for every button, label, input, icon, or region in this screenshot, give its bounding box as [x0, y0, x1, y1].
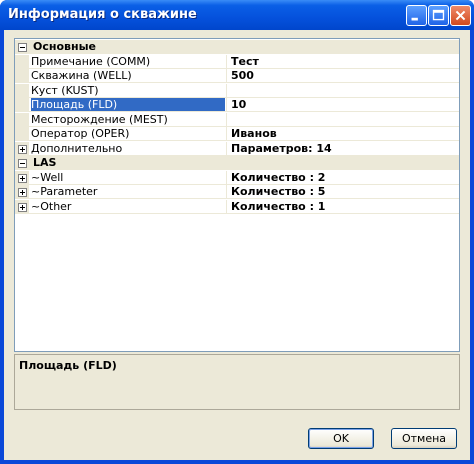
property-name: ~Parameter [31, 185, 98, 198]
dialog-client-area: Основные Примечание (COMM) Тест Скважина (W… [4, 30, 470, 460]
description-title: Площадь (FLD) [19, 359, 117, 372]
grid-property-row[interactable]: ~Well Количество : 2 [15, 170, 459, 185]
row-gutter [15, 199, 29, 214]
grid-property-row[interactable]: Оператор (OPER) Иванов [15, 127, 459, 141]
column-divider[interactable] [226, 83, 227, 98]
column-divider[interactable] [226, 127, 227, 141]
property-name: ~Well [31, 170, 64, 184]
expand-icon[interactable] [18, 202, 27, 212]
row-divider [29, 212, 459, 214]
property-value[interactable] [228, 113, 458, 127]
property-value[interactable]: 10 [228, 98, 458, 112]
grid-property-row[interactable]: Дополнительно Параметров: 14 [15, 141, 459, 156]
category-label: LAS [33, 156, 57, 169]
grid-category-row[interactable]: LAS [15, 156, 459, 170]
window-title: Информация о скважине [8, 7, 197, 22]
column-divider[interactable] [226, 199, 227, 214]
column-divider[interactable] [226, 170, 227, 185]
dialog-window: Информация о скважине Основные Примечание… [0, 0, 474, 464]
minimize-button[interactable] [406, 5, 427, 26]
grid-property-row[interactable]: Площадь (FLD) 10 [15, 98, 459, 112]
column-divider[interactable] [226, 112, 227, 127]
property-value[interactable]: 500 [228, 69, 458, 83]
row-gutter [15, 185, 29, 199]
row-gutter [15, 141, 29, 156]
property-name: Площадь (FLD) [31, 98, 225, 112]
property-name: Скважина (WELL) [31, 69, 132, 82]
grid-property-row[interactable]: Примечание (COMM) Тест [15, 54, 459, 69]
row-gutter [15, 112, 29, 127]
column-divider[interactable] [226, 141, 227, 156]
expand-icon[interactable] [18, 173, 27, 183]
property-value[interactable]: Иванов [228, 127, 458, 141]
property-value[interactable]: Количество : 1 [228, 200, 458, 214]
title-bar[interactable]: Информация о скважине [0, 0, 474, 30]
column-divider[interactable] [226, 54, 227, 69]
grid-category-row[interactable]: Основные [15, 40, 459, 54]
property-value[interactable]: Параметров: 14 [228, 142, 458, 156]
collapse-icon[interactable] [18, 43, 27, 52]
expand-icon[interactable] [18, 188, 27, 197]
maximize-button[interactable] [428, 5, 449, 26]
grid-property-row[interactable]: ~Parameter Количество : 5 [15, 185, 459, 199]
property-name: Дополнительно [31, 141, 123, 155]
property-name: Месторождение (MEST) [31, 112, 168, 126]
grid-property-row[interactable]: ~Other Количество : 1 [15, 199, 459, 214]
property-name: Оператор (OPER) [31, 127, 130, 140]
expand-icon[interactable] [18, 144, 27, 154]
property-value[interactable]: Тест [228, 55, 458, 69]
row-gutter [15, 98, 29, 112]
column-divider[interactable] [226, 69, 227, 83]
cancel-button[interactable]: Отмена [391, 428, 457, 449]
property-name: Примечание (COMM) [31, 54, 151, 68]
row-gutter [15, 83, 29, 98]
close-icon [455, 10, 466, 21]
collapse-icon[interactable] [18, 159, 27, 168]
grid-property-row[interactable]: Куст (KUST) [15, 83, 459, 98]
property-value[interactable]: Количество : 2 [228, 171, 458, 185]
property-name: ~Other [31, 199, 72, 213]
grid-property-row[interactable]: Скважина (WELL) 500 [15, 69, 459, 83]
description-panel: Площадь (FLD) [14, 354, 460, 410]
column-divider[interactable] [226, 98, 227, 112]
grid-property-row[interactable]: Месторождение (MEST) [15, 112, 459, 127]
minimize-icon [411, 17, 418, 21]
column-divider[interactable] [226, 185, 227, 199]
property-value[interactable] [228, 84, 458, 98]
maximize-icon [432, 9, 445, 21]
row-gutter [15, 170, 29, 185]
row-gutter [15, 127, 29, 141]
row-gutter [15, 54, 29, 69]
category-label: Основные [33, 40, 96, 53]
row-gutter [15, 69, 29, 83]
property-value[interactable]: Количество : 5 [228, 185, 458, 199]
property-name: Куст (KUST) [31, 83, 99, 97]
close-button[interactable] [450, 5, 471, 26]
ok-button[interactable]: OK [308, 428, 374, 449]
property-grid[interactable]: Основные Примечание (COMM) Тест Скважина (W… [14, 38, 460, 352]
